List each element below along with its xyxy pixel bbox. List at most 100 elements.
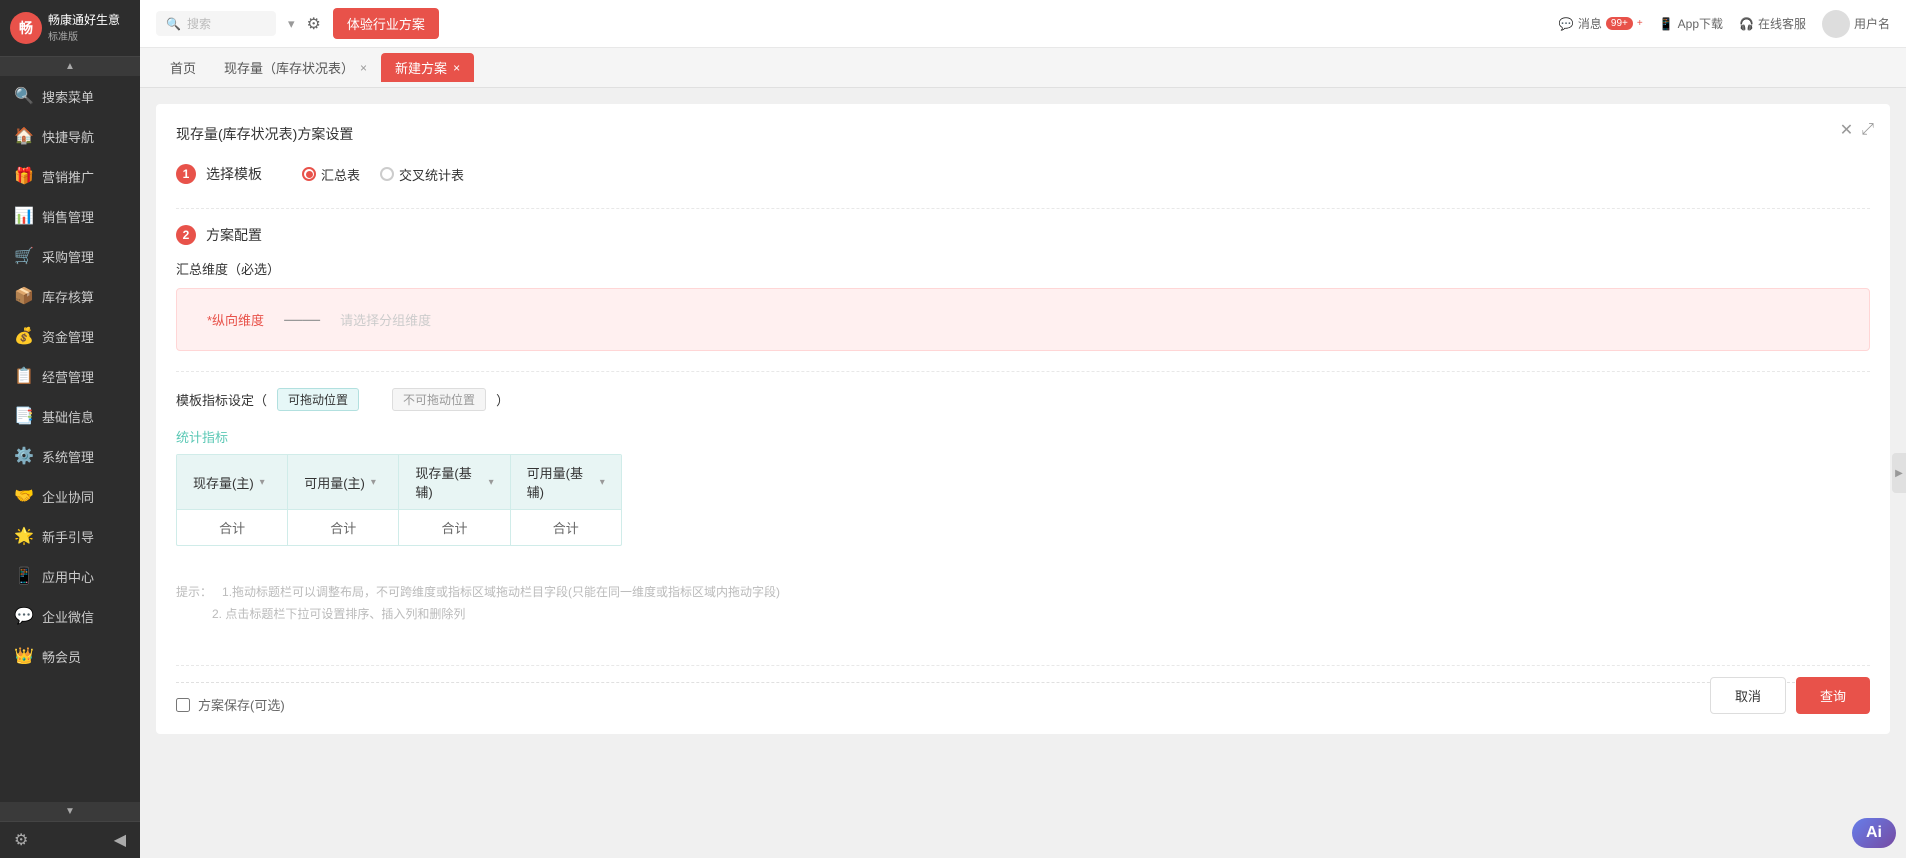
sidebar-item-wechat[interactable]: 💬 企业微信 bbox=[0, 596, 140, 636]
th-cell-2[interactable]: 现存量(基辅) ▾ bbox=[399, 455, 510, 509]
sidebar-item-basic-info[interactable]: 📑 基础信息 bbox=[0, 396, 140, 436]
messages-button[interactable]: 💬 消息 99+ + bbox=[1559, 15, 1643, 32]
sidebar-item-label: 资金管理 bbox=[42, 327, 94, 346]
sidebar-scroll-up[interactable]: ▲ bbox=[0, 57, 140, 76]
search-placeholder: 搜索 bbox=[187, 15, 211, 32]
radio-cross-label: 交叉统计表 bbox=[399, 165, 464, 184]
th-label-2: 现存量(基辅) bbox=[415, 463, 482, 501]
divider2 bbox=[176, 371, 1870, 372]
search-box[interactable]: 🔍 搜索 bbox=[156, 11, 276, 36]
topbar: 🔍 搜索 ▾ ⚙ 体验行业方案 💬 消息 99+ + 📱 App下载 🎧 在线客… bbox=[140, 0, 1906, 48]
tip2: 2. 点击标题栏下拉可设置排序、插入列和删除列 bbox=[212, 604, 1870, 626]
dropdown-arrow[interactable]: ▾ bbox=[288, 16, 295, 32]
step2-section: 2 方案配置 汇总维度（必选） *纵向维度 —— 请选择分组维度 模板指标设定（ bbox=[176, 225, 1870, 625]
no-drag-badge: 不可拖动位置 bbox=[392, 388, 486, 411]
sidebar-item-label: 新手引导 bbox=[42, 527, 94, 546]
tab-new-plan-close[interactable]: × bbox=[453, 61, 460, 75]
chevron-0[interactable]: ▾ bbox=[260, 477, 265, 488]
save-label: 方案保存(可选) bbox=[198, 695, 285, 714]
logo-icon: 畅 bbox=[10, 12, 42, 44]
sidebar-item-system[interactable]: ⚙️ 系统管理 bbox=[0, 436, 140, 476]
app-download-button[interactable]: 📱 App下载 bbox=[1659, 15, 1723, 32]
query-button[interactable]: 查询 bbox=[1796, 677, 1870, 714]
topbar-settings-icon[interactable]: ⚙ bbox=[307, 14, 321, 34]
collapse-icon[interactable]: ◀ bbox=[114, 830, 126, 850]
online-service-button[interactable]: 🎧 在线客服 bbox=[1739, 15, 1806, 32]
tab-home[interactable]: 首页 bbox=[156, 52, 210, 83]
chevron-2[interactable]: ▾ bbox=[489, 477, 494, 488]
sidebar-scroll-down[interactable]: ▼ bbox=[0, 802, 140, 821]
radio-cross[interactable]: 交叉统计表 bbox=[380, 165, 464, 184]
tab-inventory-status[interactable]: 现存量（库存状况表） × bbox=[210, 52, 381, 83]
sidebar-item-label: 快捷导航 bbox=[42, 127, 94, 146]
home-icon: 🏠 bbox=[14, 126, 34, 146]
radio-summary-dot bbox=[302, 167, 316, 181]
indicators-separator bbox=[369, 390, 382, 409]
sidebar-item-newcomer[interactable]: 🌟 新手引导 bbox=[0, 516, 140, 556]
headset-icon: 🎧 bbox=[1739, 17, 1754, 31]
tabs-bar: 首页 现存量（库存状况表） × 新建方案 × bbox=[140, 48, 1906, 88]
tab-home-label: 首页 bbox=[170, 58, 196, 77]
th-label-1: 可用量(主) bbox=[304, 473, 365, 492]
sidebar-item-label: 销售管理 bbox=[42, 207, 94, 226]
message-badge: 99+ bbox=[1606, 17, 1633, 30]
radio-summary[interactable]: 汇总表 bbox=[302, 165, 360, 184]
tab-inventory-close[interactable]: × bbox=[360, 61, 367, 75]
user-menu[interactable]: 用户名 bbox=[1822, 10, 1890, 38]
table-header-row: 现存量(主) ▾ 可用量(主) ▾ 现存量(基辅) ▾ 可用量(基辅) bbox=[177, 455, 621, 510]
sidebar-item-operations[interactable]: 📋 经营管理 bbox=[0, 356, 140, 396]
sidebar-item-search-menu[interactable]: 🔍 搜索菜单 bbox=[0, 76, 140, 116]
td-cell-0-3: 合计 bbox=[511, 510, 621, 545]
sidebar-item-sales[interactable]: 📊 销售管理 bbox=[0, 196, 140, 236]
sidebar-item-label: 畅会员 bbox=[42, 647, 81, 666]
radio-summary-label: 汇总表 bbox=[321, 165, 360, 184]
template-radio-group: 汇总表 交叉统计表 bbox=[302, 165, 464, 184]
trial-button[interactable]: 体验行业方案 bbox=[333, 8, 439, 39]
step1-section: 1 选择模板 汇总表 交叉统计表 bbox=[176, 164, 1870, 184]
tips-label: 提示： bbox=[176, 585, 219, 599]
sidebar-item-marketing[interactable]: 🎁 营销推广 bbox=[0, 156, 140, 196]
sidebar-item-purchase[interactable]: 🛒 采购管理 bbox=[0, 236, 140, 276]
logo-text: 畅康通好生意 标准版 bbox=[48, 13, 120, 44]
sidebar-item-quick-nav[interactable]: 🏠 快捷导航 bbox=[0, 116, 140, 156]
sidebar-item-label: 营销推广 bbox=[42, 167, 94, 186]
indicators-label-text: 模板指标设定（ bbox=[176, 390, 267, 409]
table-data-row-0: 合计 合计 合计 合计 bbox=[177, 510, 621, 545]
sidebar-item-label: 采购管理 bbox=[42, 247, 94, 266]
sidebar-item-app-center[interactable]: 📱 应用中心 bbox=[0, 556, 140, 596]
panel-icons: ✕ ⤢ bbox=[1840, 120, 1874, 140]
save-checkbox[interactable] bbox=[176, 698, 190, 712]
main-area: 🔍 搜索 ▾ ⚙ 体验行业方案 💬 消息 99+ + 📱 App下载 🎧 在线客… bbox=[140, 0, 1906, 858]
chart-icon: 📊 bbox=[14, 206, 34, 226]
sidebar: 畅 畅康通好生意 标准版 ▲ 🔍 搜索菜单 🏠 快捷导航 🎁 营销推广 📊 销售… bbox=[0, 0, 140, 858]
close-panel-button[interactable]: ✕ bbox=[1840, 120, 1853, 140]
avatar bbox=[1822, 10, 1850, 38]
dimension-dash: —— bbox=[284, 309, 320, 330]
chevron-1[interactable]: ▾ bbox=[371, 477, 376, 488]
td-cell-0-2: 合计 bbox=[399, 510, 510, 545]
dimension-required-label: *纵向维度 bbox=[207, 310, 264, 329]
right-expand-button[interactable]: ▶ bbox=[1892, 453, 1906, 493]
stats-label: 统计指标 bbox=[176, 427, 1870, 446]
sidebar-bottom: ⚙ ◀ bbox=[0, 821, 140, 858]
cancel-button[interactable]: 取消 bbox=[1710, 677, 1786, 714]
sidebar-item-inventory[interactable]: 📦 库存核算 bbox=[0, 276, 140, 316]
tab-new-plan[interactable]: 新建方案 × bbox=[381, 53, 474, 82]
sidebar-item-enterprise[interactable]: 🤝 企业协同 bbox=[0, 476, 140, 516]
th-cell-1[interactable]: 可用量(主) ▾ bbox=[288, 455, 399, 509]
box-icon: 📦 bbox=[14, 286, 34, 306]
expand-panel-button[interactable]: ⤢ bbox=[1861, 120, 1874, 140]
sidebar-item-finance[interactable]: 💰 资金管理 bbox=[0, 316, 140, 356]
th-cell-3[interactable]: 可用量(基辅) ▾ bbox=[511, 455, 621, 509]
sidebar-item-member[interactable]: 👑 畅会员 bbox=[0, 636, 140, 676]
step2-label: 方案配置 bbox=[206, 225, 262, 245]
ai-badge[interactable]: Ai bbox=[1852, 818, 1896, 848]
sidebar-item-label: 库存核算 bbox=[42, 287, 94, 306]
dimension-title: 汇总维度（必选） bbox=[176, 259, 1870, 278]
handshake-icon: 🤝 bbox=[14, 486, 34, 506]
sidebar-item-label: 基础信息 bbox=[42, 407, 94, 426]
chevron-3[interactable]: ▾ bbox=[600, 477, 605, 488]
plus-indicator: + bbox=[1637, 18, 1643, 29]
settings-bottom-icon[interactable]: ⚙ bbox=[14, 830, 28, 850]
th-cell-0[interactable]: 现存量(主) ▾ bbox=[177, 455, 288, 509]
